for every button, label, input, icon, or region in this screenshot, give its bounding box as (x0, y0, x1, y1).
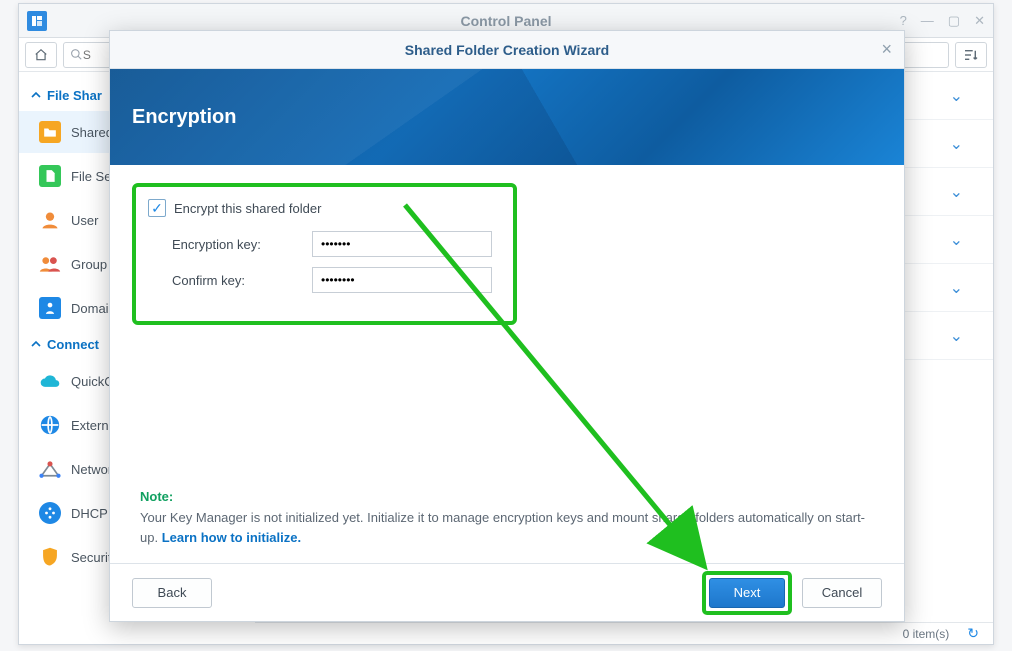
maximize-icon[interactable]: ▢ (948, 13, 960, 29)
chevron-down-icon[interactable]: ⌄ (950, 86, 963, 106)
wizard-dialog: Shared Folder Creation Wizard × Encrypti… (109, 30, 905, 622)
home-button[interactable] (25, 42, 57, 68)
sidebar-section-label: File Shar (47, 88, 102, 103)
encryption-group-highlight: ✓ Encrypt this shared folder Encryption … (132, 183, 517, 325)
folder-icon (39, 121, 61, 143)
sort-button[interactable] (955, 42, 987, 68)
dhcp-icon (39, 502, 61, 524)
next-button-highlight: Next (702, 571, 792, 615)
wizard-step-title: Encryption (132, 106, 236, 129)
close-icon[interactable]: × (881, 39, 892, 60)
globe-icon (39, 414, 61, 436)
app-icon (27, 11, 47, 31)
chevron-down-icon[interactable]: ⌄ (950, 182, 963, 202)
encrypt-checkbox-label: Encrypt this shared folder (174, 201, 321, 216)
sidebar-item-label: Domai (71, 301, 109, 316)
shield-icon (39, 546, 61, 568)
user-icon (39, 209, 61, 231)
chevron-down-icon[interactable]: ⌄ (950, 326, 963, 346)
confirm-key-input[interactable] (312, 267, 492, 293)
minimize-icon[interactable]: — (921, 13, 934, 29)
encrypt-checkbox[interactable]: ✓ (148, 199, 166, 217)
close-window-icon[interactable]: ✕ (974, 13, 985, 29)
sidebar-item-label: File Se (71, 169, 111, 184)
sidebar-item-label: Extern (71, 418, 109, 433)
learn-how-link[interactable]: Learn how to initialize. (162, 530, 301, 545)
statusbar: 0 item(s) ↻ (255, 622, 993, 644)
back-button[interactable]: Back (132, 578, 212, 608)
note-block: Note: Your Key Manager is not initialize… (140, 489, 882, 548)
refresh-icon[interactable]: ↻ (967, 625, 979, 642)
cancel-button[interactable]: Cancel (802, 578, 882, 608)
note-title: Note: (140, 489, 882, 504)
sidebar-item-label: User (71, 213, 98, 228)
encryption-key-input[interactable] (312, 231, 492, 257)
chevron-down-icon[interactable]: ⌄ (950, 230, 963, 250)
sidebar-item-label: Shared (71, 125, 113, 140)
window-title: Control Panel (19, 13, 993, 29)
sidebar-item-label: Networ (71, 462, 112, 477)
encryption-key-label: Encryption key: (172, 237, 312, 252)
wizard-footer: Back Next Cancel (110, 563, 904, 621)
help-icon[interactable]: ? (900, 13, 907, 29)
sidebar-item-label: Group (71, 257, 107, 272)
wizard-title: Shared Folder Creation Wizard (405, 42, 609, 58)
wizard-titlebar: Shared Folder Creation Wizard × (110, 31, 904, 69)
chevron-down-icon[interactable]: ⌄ (950, 278, 963, 298)
confirm-key-label: Confirm key: (172, 273, 312, 288)
next-button[interactable]: Next (709, 578, 785, 608)
sidebar-item-label: QuickC (71, 374, 114, 389)
file-services-icon (39, 165, 61, 187)
sidebar-section-label: Connect (47, 337, 99, 352)
domain-icon (39, 297, 61, 319)
network-icon (39, 458, 61, 480)
chevron-down-icon[interactable]: ⌄ (950, 134, 963, 154)
item-count: 0 item(s) (903, 627, 950, 641)
group-icon (39, 253, 61, 275)
cloud-icon (39, 370, 61, 392)
wizard-banner: Encryption (110, 69, 904, 165)
search-icon (70, 48, 83, 61)
